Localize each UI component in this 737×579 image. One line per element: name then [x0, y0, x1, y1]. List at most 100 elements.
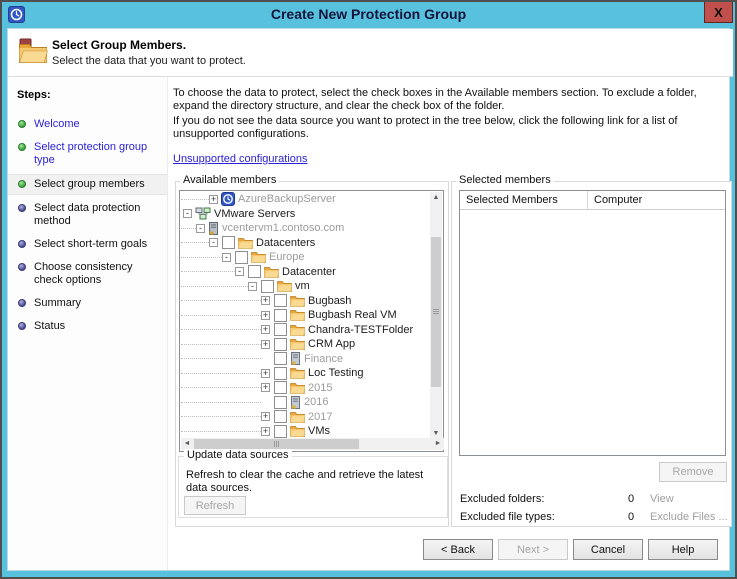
unsupported-configurations-link[interactable]: Unsupported configurations — [173, 153, 308, 165]
step-item-select-protection-group-type[interactable]: Select protection group type — [8, 138, 167, 170]
tree-item-2015[interactable]: +2015 — [181, 381, 431, 396]
tree-item-checkbox[interactable] — [274, 337, 287, 351]
scroll-right-icon[interactable]: ► — [432, 438, 444, 450]
expander-plus-icon[interactable]: + — [209, 194, 218, 204]
tree-connector-line — [181, 430, 261, 432]
vmware-servers-icon — [195, 207, 211, 220]
expander-minus-icon[interactable]: - — [222, 252, 231, 262]
tree-item-checkbox[interactable] — [274, 308, 287, 322]
refresh-button[interactable]: Refresh — [184, 496, 246, 515]
step-label: Choose consistency check options — [34, 261, 133, 286]
tree-item-chandra-testfolder[interactable]: + Chandra-TESTFolder — [181, 323, 431, 338]
expander-plus-icon[interactable]: + — [261, 368, 270, 378]
excluded-file-types-count: 0 — [628, 511, 635, 523]
step-item-summary[interactable]: Summary — [8, 294, 167, 313]
step-bullet-icon — [18, 180, 26, 188]
tree-item-label: 2017 — [308, 410, 333, 423]
tree-item-2016[interactable]: 2016 — [181, 395, 431, 410]
tree-item-bugbash-real-vm[interactable]: + Bugbash Real VM — [181, 308, 431, 323]
exclude-files-link[interactable]: Exclude Files ... — [650, 511, 728, 523]
tree-item-azurebackupserver[interactable]: + AzureBackupServer — [181, 192, 431, 207]
page-subtitle: Select the data that you want to protect… — [52, 55, 246, 67]
column-header-selected-members[interactable]: Selected Members — [460, 191, 588, 209]
screenshot-stage: Create New Protection Group X Select Gro… — [0, 0, 737, 579]
tree-item-checkbox[interactable] — [274, 381, 287, 395]
page-title: Select Group Members. — [52, 38, 187, 52]
back-button[interactable]: < Back — [423, 539, 493, 560]
next-button[interactable]: Next > — [498, 539, 568, 560]
selected-members-table-header: Selected Members Computer — [460, 191, 725, 210]
tree-item-vmware-servers[interactable]: - VMware Servers — [181, 207, 431, 222]
expander-minus-icon[interactable]: - — [196, 223, 205, 233]
tree-item-datacenters[interactable]: - Datacenters — [181, 236, 431, 251]
scroll-up-icon[interactable]: ▲ — [430, 192, 442, 204]
tree-item-label: 2016 — [304, 396, 329, 409]
step-item-select-short-term-goals[interactable]: Select short-term goals — [8, 235, 167, 254]
vertical-scrollbar[interactable]: ▲ ▼ — [430, 192, 442, 440]
tree-rows: + AzureBackupServer - VMware Servers - vcente… — [181, 192, 431, 439]
tree-connector-line — [181, 285, 248, 287]
help-button[interactable]: Help — [648, 539, 718, 560]
tree-item-loc-testing[interactable]: + Loc Testing — [181, 366, 431, 381]
tree-item-checkbox[interactable] — [274, 366, 287, 380]
expander-plus-icon[interactable]: + — [261, 383, 270, 393]
expander-plus-icon[interactable]: + — [261, 412, 270, 422]
step-label: Select group members — [34, 178, 145, 190]
vertical-scrollbar-thumb[interactable] — [431, 237, 441, 387]
view-link[interactable]: View — [650, 493, 674, 505]
expander-minus-icon[interactable]: - — [248, 281, 257, 291]
tree-connector-line — [181, 198, 209, 200]
expander-minus-icon[interactable]: - — [209, 238, 218, 248]
tree-item-checkbox[interactable] — [274, 410, 287, 424]
tree-item-label: Europe — [269, 251, 305, 264]
title-bar[interactable]: Create New Protection Group X — [2, 2, 735, 28]
tree-item-vm[interactable]: - vm — [181, 279, 431, 294]
tree-item-checkbox[interactable] — [274, 323, 287, 337]
tree-item-finance[interactable]: Finance — [181, 352, 431, 367]
folder-icon — [238, 237, 253, 249]
horizontal-scrollbar-thumb[interactable] — [194, 439, 359, 449]
folder-icon — [251, 251, 266, 264]
tree-item-checkbox[interactable] — [222, 236, 235, 250]
step-item-welcome[interactable]: Welcome — [8, 115, 167, 134]
tree-item-crm-app[interactable]: + CRM App — [181, 337, 431, 352]
tree-item-label: VMware Servers — [214, 207, 296, 220]
remove-button[interactable]: Remove — [659, 462, 727, 482]
expander-minus-icon[interactable]: - — [183, 209, 192, 219]
close-button[interactable]: X — [704, 2, 733, 23]
step-item-choose-consistency-check-options[interactable]: Choose consistency check options — [8, 258, 167, 290]
step-item-select-data-protection-method[interactable]: Select data protection method — [8, 199, 167, 231]
step-label: Select data protection method — [34, 202, 141, 227]
folder-icon — [264, 266, 279, 278]
column-header-computer[interactable]: Computer — [588, 191, 642, 209]
tree-item-vms[interactable]: + VMs — [181, 424, 431, 439]
tree-item-checkbox[interactable] — [274, 395, 287, 409]
tree-item-datacenter[interactable]: - Datacenter — [181, 265, 431, 280]
tree-item-europe[interactable]: - Europe — [181, 250, 431, 265]
tree-connector-line — [181, 271, 235, 273]
tree-item-checkbox[interactable] — [274, 424, 287, 438]
tree-item-checkbox[interactable] — [274, 352, 287, 366]
azure-backup-server-icon — [221, 192, 235, 207]
tree-item-vcentervm1-contoso-com[interactable]: - vcentervm1.contoso.com — [181, 221, 431, 236]
step-item-select-group-members[interactable]: Select group members — [8, 174, 167, 195]
expander-plus-icon[interactable]: + — [261, 310, 270, 320]
folder-icon — [290, 411, 305, 423]
cancel-button[interactable]: Cancel — [573, 539, 643, 560]
expander-plus-icon[interactable]: + — [261, 296, 270, 306]
expander-plus-icon[interactable]: + — [261, 339, 270, 349]
tree-item-2017[interactable]: +2017 — [181, 410, 431, 425]
folder-icon — [290, 309, 305, 322]
expander-plus-icon[interactable]: + — [261, 325, 270, 335]
folder-icon — [290, 338, 305, 351]
tree-item-bugbash[interactable]: + Bugbash — [181, 294, 431, 309]
expander-minus-icon[interactable]: - — [235, 267, 244, 277]
tree-item-checkbox[interactable] — [261, 279, 274, 293]
step-item-status[interactable]: Status — [8, 317, 167, 336]
tree-item-checkbox[interactable] — [248, 265, 261, 279]
dialog-title: Create New Protection Group — [270, 6, 467, 22]
step-bullet-icon — [18, 299, 26, 307]
tree-item-checkbox[interactable] — [274, 294, 287, 308]
expander-plus-icon[interactable]: + — [261, 426, 270, 436]
tree-item-checkbox[interactable] — [235, 250, 248, 264]
